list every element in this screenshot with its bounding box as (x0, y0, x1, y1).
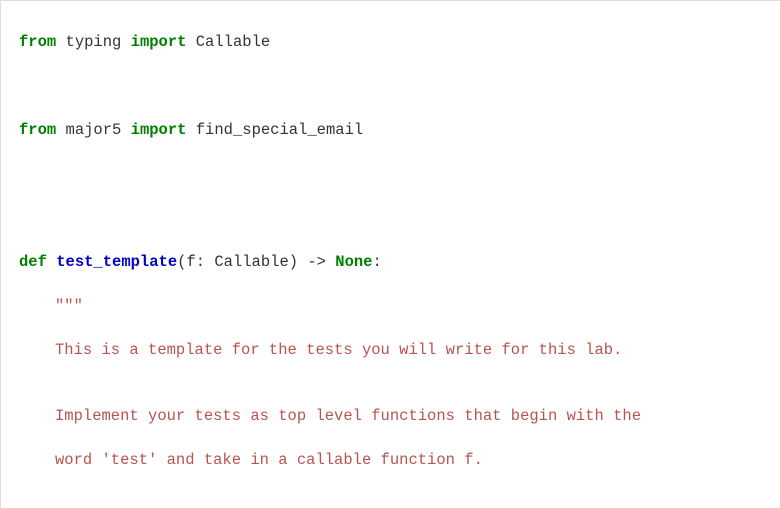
docstring-text: This is a template for the tests you wil… (5, 339, 780, 361)
blank-line (5, 207, 780, 229)
signature-open: (f: Callable) -> (177, 253, 335, 271)
module-name: typing (56, 33, 130, 51)
import-target: find_special_email (186, 121, 363, 139)
function-name: test_template (56, 253, 177, 271)
docstring-open: """ (5, 295, 780, 317)
keyword-import: import (131, 33, 187, 51)
blank-line (5, 75, 780, 97)
code-editor-viewport: from typing import Callable from major5 … (0, 0, 780, 508)
function-def-line: def test_template(f: Callable) -> None: (5, 251, 780, 273)
keyword-from: from (19, 33, 56, 51)
keyword-import: import (131, 121, 187, 139)
space (47, 253, 56, 271)
code-line: from major5 import find_special_email (5, 119, 780, 141)
blank-line (5, 163, 780, 185)
import-target: Callable (186, 33, 270, 51)
module-name: major5 (56, 121, 130, 139)
docstring-text: word 'test' and take in a callable funct… (5, 449, 780, 471)
code-line: from typing import Callable (5, 31, 780, 53)
keyword-from: from (19, 121, 56, 139)
signature-close: : (373, 253, 382, 271)
docstring-text: Implement your tests as top level functi… (5, 405, 780, 427)
return-type: None (335, 253, 372, 271)
keyword-def: def (19, 253, 47, 271)
